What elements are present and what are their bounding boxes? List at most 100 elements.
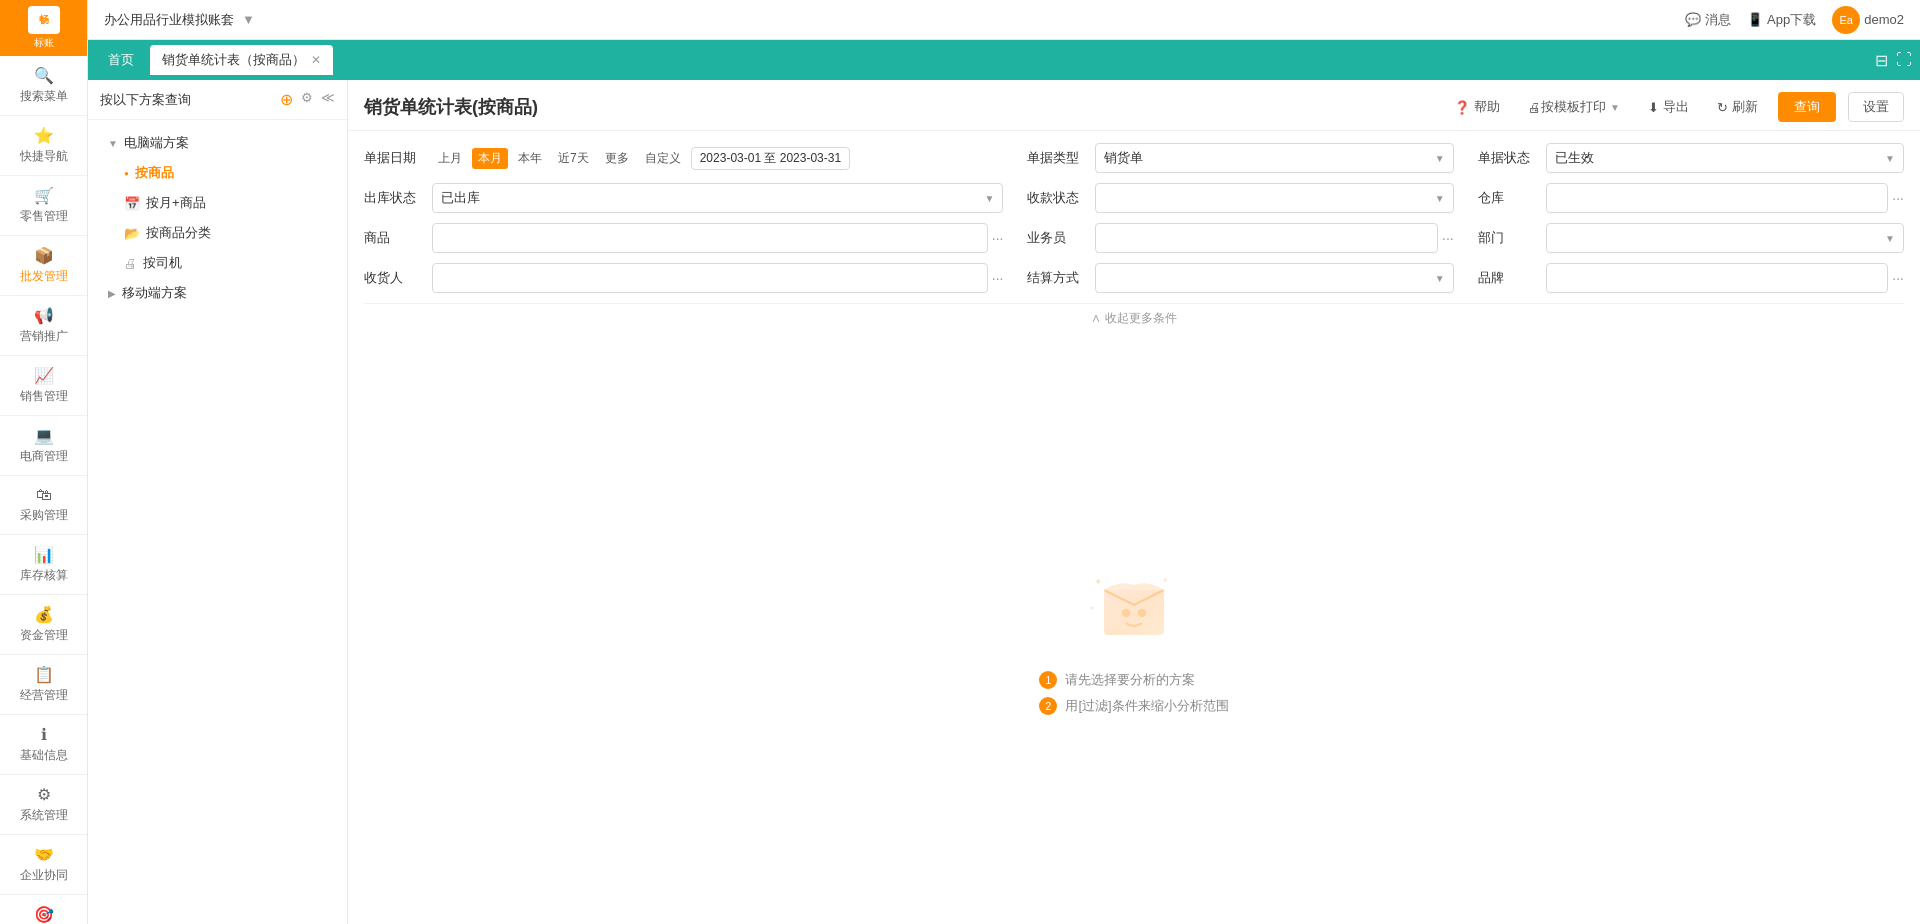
tab-stats[interactable]: 销货单统计表（按商品） ✕ bbox=[150, 45, 333, 75]
department-select[interactable]: ▼ bbox=[1546, 223, 1904, 253]
filter-row-3: 商品 ··· 业务员 ··· 部门 ▼ bbox=[364, 223, 1904, 253]
industry-label: 办公用品行业模拟账套 bbox=[104, 11, 234, 29]
out-status-value: 已出库 bbox=[441, 189, 480, 207]
sidebar-item-operations[interactable]: 📋 经营管理 bbox=[0, 655, 87, 715]
edit-scheme-icon[interactable]: ⚙ bbox=[301, 90, 313, 109]
tree-item-by-category[interactable]: 📂 按商品分类 bbox=[88, 218, 347, 248]
sidebar-item-system[interactable]: ⚙ 系统管理 bbox=[0, 775, 87, 835]
ecommerce-icon: 💻 bbox=[34, 426, 54, 445]
finance-icon: 💰 bbox=[34, 605, 54, 624]
filter-salesperson: 业务员 ··· bbox=[1027, 223, 1453, 253]
tree-arrow-icon: ▼ bbox=[108, 138, 118, 149]
tab-expand-icon[interactable]: ⛶ bbox=[1896, 51, 1912, 70]
warehouse-input[interactable] bbox=[1546, 183, 1889, 213]
sidebar-item-purchase[interactable]: 🛍 采购管理 bbox=[0, 476, 87, 535]
tab-home[interactable]: 首页 bbox=[96, 45, 146, 75]
tab-minimize-icon[interactable]: ⊟ bbox=[1875, 51, 1888, 70]
doc-status-value: 已生效 bbox=[1555, 149, 1594, 167]
brand-label: 品牌 bbox=[1478, 269, 1538, 287]
industry-dropdown-icon[interactable]: ▼ bbox=[242, 12, 255, 27]
message-btn[interactable]: 💬 消息 bbox=[1685, 11, 1731, 29]
date-tag-this-month[interactable]: 本月 bbox=[472, 148, 508, 169]
tree-desktop-section[interactable]: ▼ 电脑端方案 bbox=[88, 128, 347, 158]
date-tag-this-year[interactable]: 本年 bbox=[512, 148, 548, 169]
recipient-input[interactable] bbox=[432, 263, 988, 293]
sidebar-item-guide[interactable]: 🎯 新手引导 bbox=[0, 895, 87, 924]
sidebar-item-marketing[interactable]: 📢 营销推广 bbox=[0, 296, 87, 356]
receipt-status-select[interactable]: ▼ bbox=[1095, 183, 1453, 213]
doc-status-select[interactable]: 已生效 ▼ bbox=[1546, 143, 1904, 173]
add-scheme-icon[interactable]: ⊕ bbox=[280, 90, 293, 109]
sidebar-item-basic[interactable]: ℹ 基础信息 bbox=[0, 715, 87, 775]
product-input[interactable] bbox=[432, 223, 988, 253]
filter-out-status: 出库状态 已出库 ▼ bbox=[364, 183, 1003, 213]
sidebar-item-ecommerce[interactable]: 💻 电商管理 bbox=[0, 416, 87, 476]
tab-close-icon[interactable]: ✕ bbox=[311, 53, 321, 67]
system-icon: ⚙ bbox=[37, 785, 51, 804]
payment-method-select[interactable]: ▼ bbox=[1095, 263, 1453, 293]
app-download-label: App下载 bbox=[1767, 11, 1816, 29]
product-dots[interactable]: ··· bbox=[992, 230, 1004, 246]
department-arrow: ▼ bbox=[1885, 233, 1895, 244]
app-logo: 畅 标账 bbox=[0, 0, 88, 56]
warehouse-dots[interactable]: ··· bbox=[1892, 190, 1904, 206]
sidebar-item-retail[interactable]: 🛒 零售管理 bbox=[0, 176, 87, 236]
empty-illustration: ✦ ✦ ★ bbox=[1084, 555, 1184, 655]
printer-icon: 🖨 bbox=[124, 256, 137, 271]
tree-item-by-printer[interactable]: 🖨 按司机 bbox=[88, 248, 347, 278]
date-tag-more[interactable]: 更多 bbox=[599, 148, 635, 169]
sidebar-item-wholesale[interactable]: 📦 批发管理 bbox=[0, 236, 87, 296]
sidebar-item-search[interactable]: 🔍 搜索菜单 bbox=[0, 56, 87, 116]
user-menu[interactable]: Ea demo2 bbox=[1832, 6, 1904, 34]
sidebar-item-finance[interactable]: 💰 资金管理 bbox=[0, 595, 87, 655]
brand-input[interactable] bbox=[1546, 263, 1889, 293]
tree-item-by-month-product[interactable]: 📅 按月+商品 bbox=[88, 188, 347, 218]
header-right: 💬 消息 📱 App下载 Ea demo2 bbox=[1685, 6, 1904, 34]
settings-btn[interactable]: 设置 bbox=[1848, 92, 1904, 122]
recipient-dots[interactable]: ··· bbox=[992, 270, 1004, 286]
export-btn[interactable]: ⬇ 导出 bbox=[1640, 94, 1697, 120]
sidebar-item-inventory[interactable]: 📊 库存核算 bbox=[0, 535, 87, 595]
filter-brand: 品牌 ··· bbox=[1478, 263, 1904, 293]
app-download-btn[interactable]: 📱 App下载 bbox=[1747, 11, 1816, 29]
help-btn[interactable]: ❓ 帮助 bbox=[1446, 94, 1508, 120]
sidebar-item-sales[interactable]: 📈 销售管理 bbox=[0, 356, 87, 416]
tree-item-label: 按商品分类 bbox=[146, 224, 211, 242]
header-left: 办公用品行业模拟账套 ▼ bbox=[104, 11, 255, 29]
date-tag-last-month[interactable]: 上月 bbox=[432, 148, 468, 169]
brand-dots[interactable]: ··· bbox=[1892, 270, 1904, 286]
svg-text:★: ★ bbox=[1089, 605, 1094, 611]
salesperson-label: 业务员 bbox=[1027, 229, 1087, 247]
logo-icon: 畅 bbox=[28, 6, 60, 34]
print-icon: 🖨 bbox=[1528, 100, 1541, 115]
tree-item-by-product[interactable]: ● 按商品 bbox=[88, 158, 347, 188]
out-status-select[interactable]: 已出库 ▼ bbox=[432, 183, 1003, 213]
sidebar-item-enterprise[interactable]: 🤝 企业协同 bbox=[0, 835, 87, 895]
tree-mobile-arrow-icon: ▶ bbox=[108, 288, 116, 299]
sidebar-item-label: 批发管理 bbox=[20, 268, 68, 285]
page-header: 销货单统计表(按商品) ❓ 帮助 🖨 按模板打印 ▼ ⬇ 导出 bbox=[348, 80, 1920, 131]
user-avatar: Ea bbox=[1832, 6, 1860, 34]
tree-mobile-section[interactable]: ▶ 移动端方案 bbox=[88, 278, 347, 308]
sidebar-item-label: 基础信息 bbox=[20, 747, 68, 764]
print-dropdown-arrow[interactable]: ▼ bbox=[1610, 102, 1620, 113]
salesperson-dots[interactable]: ··· bbox=[1442, 230, 1454, 246]
quick-nav-icon: ⭐ bbox=[34, 126, 54, 145]
selected-indicator: ● bbox=[124, 169, 129, 178]
collapse-bar[interactable]: ∧ 收起更多条件 bbox=[364, 303, 1904, 333]
svg-point-2 bbox=[1138, 609, 1146, 617]
refresh-btn[interactable]: ↻ 刷新 bbox=[1709, 94, 1766, 120]
svg-text:✦: ✦ bbox=[1162, 576, 1169, 585]
sidebar-item-quick-nav[interactable]: ⭐ 快捷导航 bbox=[0, 116, 87, 176]
sales-icon: 📈 bbox=[34, 366, 54, 385]
sidebar: 畅 标账 🔍 搜索菜单 ⭐ 快捷导航 🛒 零售管理 📦 批发管理 📢 营销推广 … bbox=[0, 0, 88, 924]
salesperson-input[interactable] bbox=[1095, 223, 1438, 253]
date-tag-7days[interactable]: 近7天 bbox=[552, 148, 595, 169]
print-btn[interactable]: 🖨 按模板打印 ▼ bbox=[1520, 94, 1628, 120]
query-btn[interactable]: 查询 bbox=[1778, 92, 1836, 122]
doc-type-select[interactable]: 销货单 ▼ bbox=[1095, 143, 1453, 173]
main-area: 办公用品行业模拟账套 ▼ 💬 消息 📱 App下载 Ea demo2 首页 销货… bbox=[88, 0, 1920, 924]
collapse-scheme-icon[interactable]: ≪ bbox=[321, 90, 335, 109]
export-icon: ⬇ bbox=[1648, 100, 1659, 115]
date-tag-custom[interactable]: 自定义 bbox=[639, 148, 687, 169]
